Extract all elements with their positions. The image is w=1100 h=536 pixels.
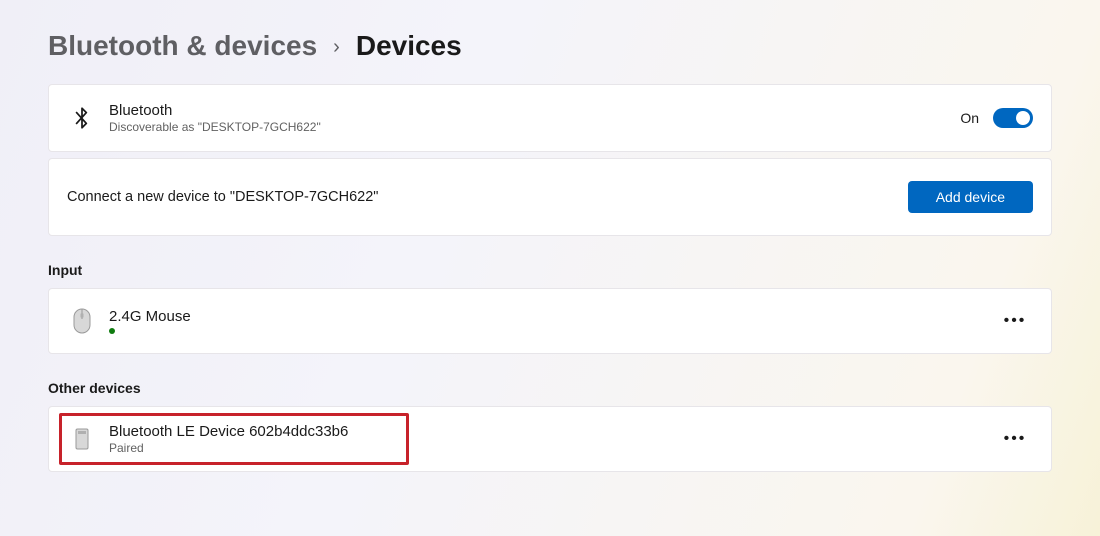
more-options-button[interactable]: ••• <box>997 421 1033 457</box>
bluetooth-toggle[interactable] <box>993 108 1033 128</box>
bluetooth-subtitle: Discoverable as "DESKTOP-7GCH622" <box>109 120 321 134</box>
bluetooth-toggle-label: On <box>960 110 979 126</box>
bluetooth-text-block: Bluetooth Discoverable as "DESKTOP-7GCH6… <box>109 102 321 134</box>
device-text-block: 2.4G Mouse <box>109 308 191 334</box>
section-heading-other: Other devices <box>48 380 1052 396</box>
connect-device-card: Connect a new device to "DESKTOP-7GCH622… <box>48 158 1052 236</box>
more-options-button[interactable]: ••• <box>997 303 1033 339</box>
device-row-ble[interactable]: Bluetooth LE Device 602b4ddc33b6 Paired … <box>48 406 1052 472</box>
device-name: 2.4G Mouse <box>109 308 191 325</box>
bluetooth-title: Bluetooth <box>109 102 321 119</box>
section-heading-input: Input <box>48 262 1052 278</box>
add-device-button[interactable]: Add device <box>908 181 1033 213</box>
device-row-mouse[interactable]: 2.4G Mouse ••• <box>48 288 1052 354</box>
device-text-block: Bluetooth LE Device 602b4ddc33b6 Paired <box>109 423 348 455</box>
bluetooth-icon <box>67 105 97 131</box>
breadcrumb-current: Devices <box>356 30 462 62</box>
bluetooth-toggle-card[interactable]: Bluetooth Discoverable as "DESKTOP-7GCH6… <box>48 84 1052 152</box>
device-status: Paired <box>109 441 348 455</box>
breadcrumb-parent[interactable]: Bluetooth & devices <box>48 30 317 62</box>
device-name: Bluetooth LE Device 602b4ddc33b6 <box>109 423 348 440</box>
breadcrumb: Bluetooth & devices › Devices <box>48 30 1052 62</box>
status-indicator-connected <box>109 328 115 334</box>
mouse-icon <box>67 307 97 335</box>
device-generic-icon <box>67 428 97 450</box>
chevron-right-icon: › <box>333 36 340 59</box>
connect-device-text: Connect a new device to "DESKTOP-7GCH622… <box>67 189 378 205</box>
